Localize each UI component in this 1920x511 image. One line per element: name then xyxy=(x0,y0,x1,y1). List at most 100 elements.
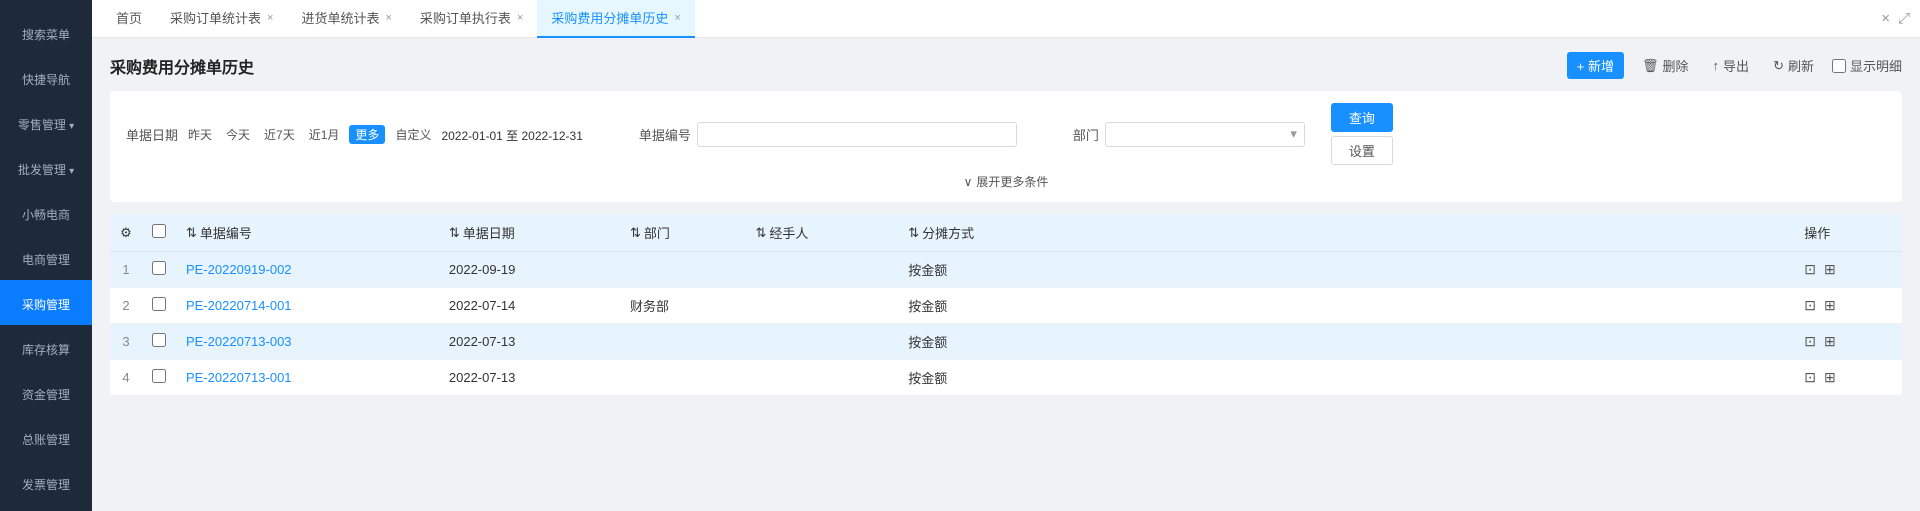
sidebar-item-库存核算[interactable]: 库存核算 xyxy=(0,325,92,370)
maximize-window-icon[interactable]: ⤢ xyxy=(1898,10,1910,27)
show-columns-input[interactable] xyxy=(1832,59,1846,73)
table-row: 1 PE-20220919-002 2022-09-19 按金额 ⊡ ⊞ xyxy=(110,252,1902,288)
col-action: 操作 xyxy=(1794,214,1902,252)
sidebar-item-采购管理[interactable]: 采购管理 xyxy=(0,280,92,325)
row-date: 2022-07-14 xyxy=(439,288,620,324)
filter-area: 单据日期 昨天 今天 近7天 近1月 更多 自定义 2022-01-01 至 2… xyxy=(110,91,1902,202)
tab-采购费用分摊单历史[interactable]: 采购费用分摊单历史 × xyxy=(537,0,694,38)
row-dept: 财务部 xyxy=(620,288,745,324)
doc-no-link[interactable]: PE-20220919-002 xyxy=(186,262,292,277)
table-row: 4 PE-20220713-001 2022-07-13 按金额 ⊡ ⊞ xyxy=(110,360,1902,396)
shortcut-yesterday[interactable]: 昨天 xyxy=(184,125,216,144)
sort-date[interactable]: ⇅ 单据日期 xyxy=(449,223,515,242)
more-icon[interactable]: ⊞ xyxy=(1824,369,1836,386)
col-handler: ⇅ 经手人 xyxy=(746,214,899,252)
col-date: ⇅ 单据日期 xyxy=(439,214,620,252)
shortcut-7days[interactable]: 近7天 xyxy=(260,125,299,144)
shortcut-today[interactable]: 今天 xyxy=(222,125,254,144)
dept-input[interactable] xyxy=(1105,122,1305,147)
dept-select-wrap: ▾ xyxy=(1105,122,1305,147)
page-title: 采购费用分摊单历史 xyxy=(110,54,254,78)
edit-icon[interactable]: ⊡ xyxy=(1804,297,1816,314)
action-buttons: ⊡ ⊞ xyxy=(1804,333,1892,350)
filter-settings-button[interactable]: 设置 xyxy=(1331,136,1393,165)
row-checkbox-cell xyxy=(142,252,176,288)
expand-more-button[interactable]: ∨ 展开更多条件 xyxy=(964,173,1049,190)
tab-采购订单统计表[interactable]: 采购订单统计表 × xyxy=(156,0,287,38)
sidebar: 搜索菜单快捷导航零售管理 ▾批发管理 ▾小畅电商电商管理采购管理库存核算资金管理… xyxy=(0,0,92,511)
col-settings[interactable]: ⚙ xyxy=(110,214,142,252)
row-dept xyxy=(620,324,745,360)
sidebar-item-搜索菜单[interactable]: 搜索菜单 xyxy=(0,10,92,55)
doc-no-link[interactable]: PE-20220714-001 xyxy=(186,298,292,313)
more-icon[interactable]: ⊞ xyxy=(1824,333,1836,350)
tab-进货单统计表[interactable]: 进货单统计表× xyxy=(287,0,405,38)
delete-button[interactable]: 🗑 删除 xyxy=(1636,52,1695,79)
expand-more-row: ∨ 展开更多条件 xyxy=(126,173,1886,190)
show-columns-checkbox[interactable]: 显示明细 xyxy=(1832,56,1902,75)
search-settings-col: 查询 设置 xyxy=(1331,103,1393,165)
sidebar-item-总账管理[interactable]: 总账管理 xyxy=(0,415,92,460)
select-all-checkbox[interactable] xyxy=(152,224,166,238)
tab-label: 采购订单统计表 xyxy=(170,8,261,27)
tab-首页[interactable]: 首页 xyxy=(102,0,156,38)
tab-close-icon[interactable]: × xyxy=(267,12,273,24)
content-area: 采购费用分摊单历史 + 新增 🗑 删除 ↑ 导出 ↻ 刷新 显示明细 xyxy=(92,38,1920,511)
search-button[interactable]: 查询 xyxy=(1331,103,1393,132)
sidebar-item-资金管理[interactable]: 资金管理 xyxy=(0,370,92,415)
shortcut-more[interactable]: 更多 xyxy=(349,125,385,144)
row-checkbox[interactable] xyxy=(152,333,166,347)
shortcut-custom[interactable]: 自定义 xyxy=(391,125,435,144)
sort-dept[interactable]: ⇅ 部门 xyxy=(630,223,670,242)
row-actions: ⊡ ⊞ xyxy=(1794,252,1902,288)
row-checkbox[interactable] xyxy=(152,297,166,311)
docno-filter-group: 单据编号 xyxy=(639,122,1017,147)
data-table-wrap: ⚙ ⇅ 单据编号 ⇅ xyxy=(110,214,1902,396)
docno-input[interactable] xyxy=(697,122,1017,147)
sidebar-item-电商管理[interactable]: 电商管理 xyxy=(0,235,92,280)
row-checkbox[interactable] xyxy=(152,369,166,383)
tab-close-icon[interactable]: × xyxy=(517,12,523,24)
sidebar-item-小畅电商[interactable]: 小畅电商 xyxy=(0,190,92,235)
row-checkbox[interactable] xyxy=(152,261,166,275)
delete-icon: 🗑 xyxy=(1642,58,1659,74)
tab-close-icon[interactable]: × xyxy=(385,12,391,24)
col-split-method: ⇅ 分摊方式 xyxy=(898,214,1794,252)
sidebar-item-批发管理[interactable]: 批发管理 ▾ xyxy=(0,145,92,190)
sort-doc-no[interactable]: ⇅ 单据编号 xyxy=(186,223,252,242)
doc-no-link[interactable]: PE-20220713-003 xyxy=(186,334,292,349)
dept-filter-label: 部门 xyxy=(1073,125,1099,144)
tab-label: 采购费用分摊单历史 xyxy=(551,8,668,27)
row-split-method: 按金额 xyxy=(898,288,1794,324)
tab-label: 采购订单执行表 xyxy=(420,8,511,27)
row-doc-no: PE-20220713-003 xyxy=(176,324,439,360)
sort-handler[interactable]: ⇅ 经手人 xyxy=(756,223,809,242)
add-button[interactable]: + 新增 xyxy=(1567,52,1624,79)
doc-no-link[interactable]: PE-20220713-001 xyxy=(186,370,292,385)
row-actions: ⊡ ⊞ xyxy=(1794,288,1902,324)
tab-close-icon[interactable]: × xyxy=(674,12,680,24)
refresh-button[interactable]: ↻ 刷新 xyxy=(1767,52,1820,79)
tab-采购订单执行表[interactable]: 采购订单执行表 × xyxy=(406,0,537,38)
more-icon[interactable]: ⊞ xyxy=(1824,297,1836,314)
row-num: 3 xyxy=(110,324,142,360)
row-handler xyxy=(746,324,899,360)
edit-icon[interactable]: ⊡ xyxy=(1804,333,1816,350)
sort-split-method[interactable]: ⇅ 分摊方式 xyxy=(908,223,974,242)
close-window-icon[interactable]: × xyxy=(1881,10,1890,27)
sidebar-label: 资金管理 xyxy=(4,386,88,403)
row-handler xyxy=(746,288,899,324)
more-icon[interactable]: ⊞ xyxy=(1824,261,1836,278)
shortcut-1month[interactable]: 近1月 xyxy=(305,125,344,144)
sidebar-label: 库存核算 xyxy=(4,341,88,358)
row-split-method: 按金额 xyxy=(898,324,1794,360)
sidebar-item-快捷导航[interactable]: 快捷导航 xyxy=(0,55,92,100)
row-num: 1 xyxy=(110,252,142,288)
sidebar-item-发票管理[interactable]: 发票管理 xyxy=(0,460,92,505)
action-buttons: ⊡ ⊞ xyxy=(1804,297,1892,314)
edit-icon[interactable]: ⊡ xyxy=(1804,369,1816,386)
date-filter-group: 单据日期 昨天 今天 近7天 近1月 更多 自定义 2022-01-01 至 2… xyxy=(126,125,583,144)
export-button[interactable]: ↑ 导出 xyxy=(1707,52,1756,79)
edit-icon[interactable]: ⊡ xyxy=(1804,261,1816,278)
sidebar-item-零售管理[interactable]: 零售管理 ▾ xyxy=(0,100,92,145)
